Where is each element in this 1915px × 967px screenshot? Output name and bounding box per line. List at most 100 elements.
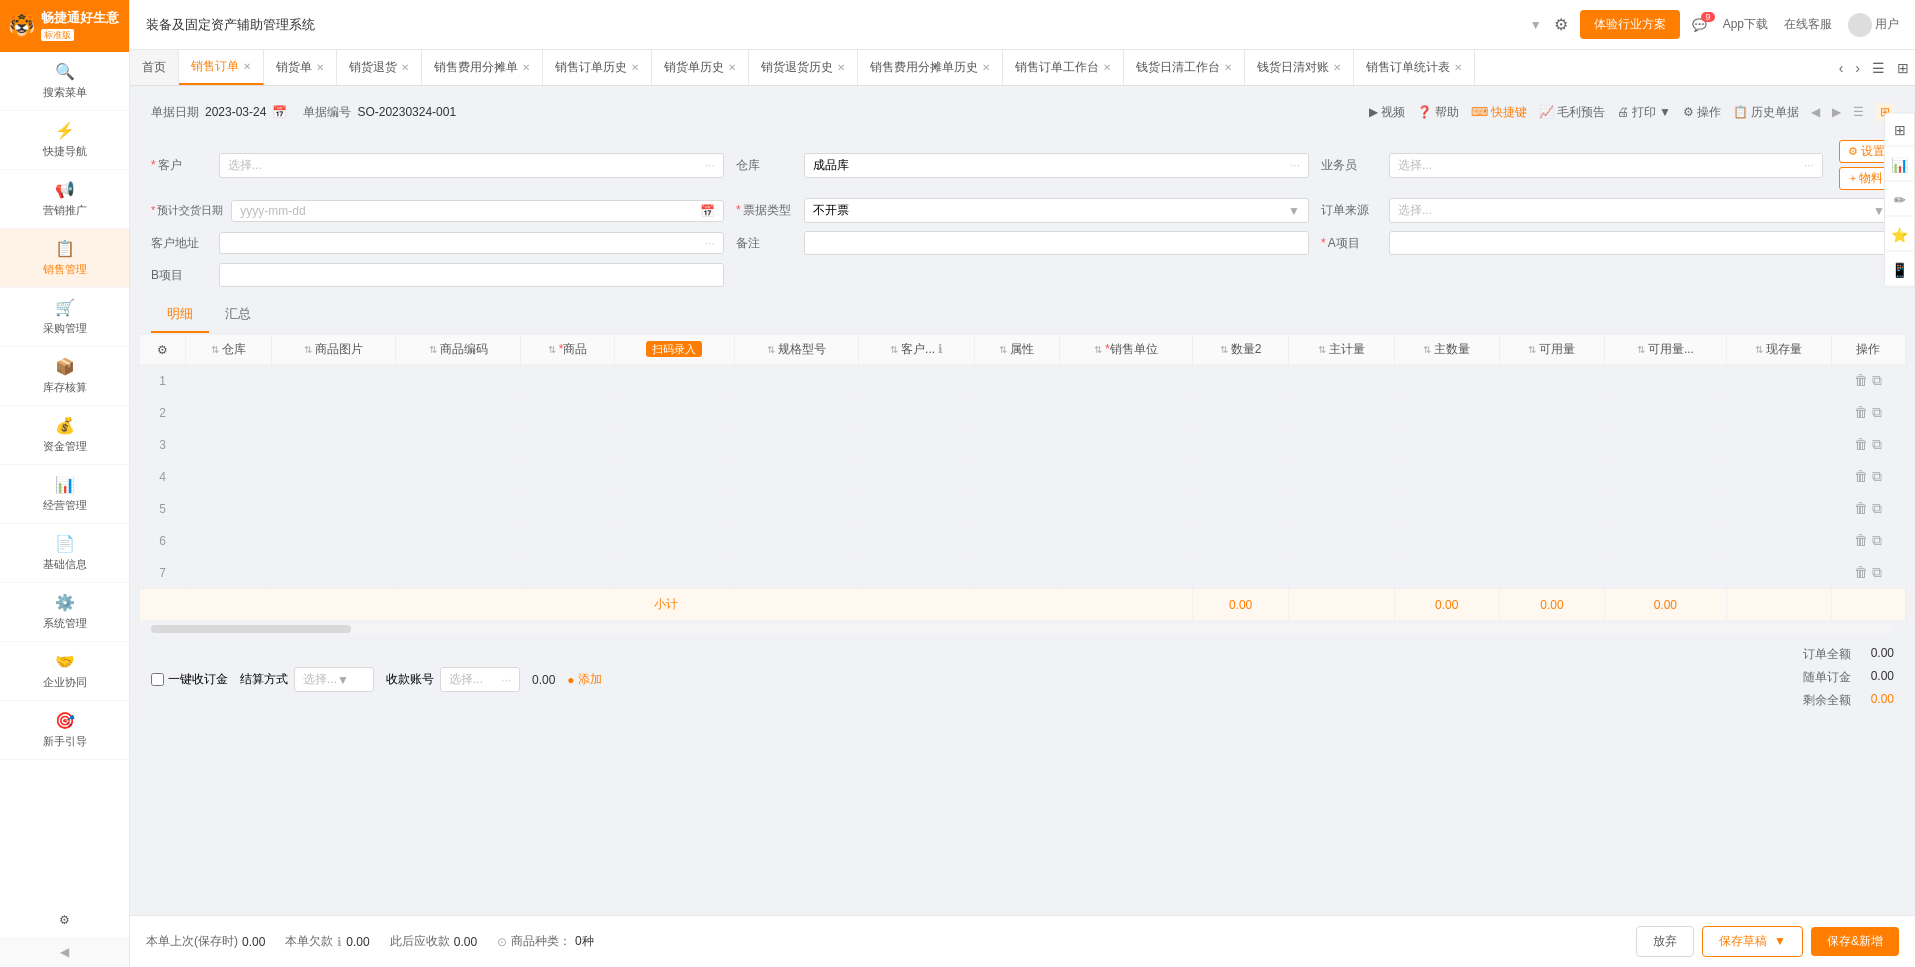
sidebar-item-basic-info[interactable]: 📄 基础信息 [0,524,129,583]
row-available[interactable] [1499,397,1604,429]
row-available2[interactable] [1605,557,1727,589]
right-panel-btn2[interactable]: 📊 [1885,149,1914,182]
row-customer-field[interactable] [859,493,974,525]
user-btn[interactable]: 用户 [1848,13,1899,37]
tab-close-icon[interactable]: ✕ [401,62,409,73]
copy-icon[interactable]: ⧉ [1872,404,1882,421]
calendar-icon[interactable]: 📅 [272,105,287,119]
row-product[interactable] [521,429,614,461]
row-main-unit[interactable] [1289,429,1394,461]
row-main-unit[interactable] [1289,557,1394,589]
sidebar-item-marketing[interactable]: 📢 营销推广 [0,170,129,229]
save-new-btn[interactable]: 保存&新增 [1811,927,1899,956]
draft-dropdown-icon[interactable]: ▼ [1774,934,1786,948]
tab-next-btn[interactable]: › [1849,60,1866,76]
tab-prev-btn[interactable]: ‹ [1833,60,1850,76]
copy-icon[interactable]: ⧉ [1872,532,1882,549]
tab-close-icon[interactable]: ✕ [1103,62,1111,73]
row-qty2[interactable] [1192,397,1289,429]
right-panel-btn4[interactable]: ⭐ [1885,219,1914,252]
sidebar-item-quicknav[interactable]: ⚡ 快捷导航 [0,111,129,170]
order-source-input[interactable]: 选择... ▼ [1389,198,1894,223]
row-customer-field[interactable] [859,557,974,589]
row-warehouse[interactable] [185,525,271,557]
sidebar-item-search[interactable]: 🔍 搜索菜单 [0,52,129,111]
receipt-account-select[interactable]: 选择... ··· [440,667,520,692]
industry-btn[interactable]: 体验行业方案 [1580,10,1680,39]
nav-next-icon[interactable]: ▶ [1832,105,1841,119]
row-customer-field[interactable] [859,461,974,493]
salesperson-dots-icon[interactable]: ··· [1804,158,1814,172]
row-available2[interactable] [1605,397,1727,429]
tab-close-icon[interactable]: ✕ [728,62,736,73]
row-spec[interactable] [734,397,859,429]
tab-close-icon[interactable]: ✕ [982,62,990,73]
payment-method-select[interactable]: 选择... ▼ [294,667,374,692]
row-warehouse[interactable] [185,493,271,525]
copy-icon[interactable]: ⧉ [1872,500,1882,517]
row-available[interactable] [1499,365,1604,397]
table-settings-icon[interactable]: ⚙ [157,343,168,357]
row-customer-field[interactable] [859,429,974,461]
row-qty2[interactable] [1192,461,1289,493]
row-qty2[interactable] [1192,557,1289,589]
shortcut-btn[interactable]: ⌨ 快捷键 [1471,104,1527,121]
row-attributes[interactable] [974,525,1060,557]
sidebar-settings[interactable]: ⚙ [0,903,129,937]
row-attributes[interactable] [974,397,1060,429]
tab-sales-order[interactable]: 销售订单 ✕ [179,50,264,85]
row-attributes[interactable] [974,461,1060,493]
row-available2[interactable] [1605,365,1727,397]
row-product-code[interactable] [396,365,521,397]
row-attributes[interactable] [974,493,1060,525]
row-main-qty[interactable] [1394,557,1499,589]
calendar2-icon[interactable]: 📅 [700,204,715,218]
row-product-code[interactable] [396,397,521,429]
delete-icon[interactable]: 🗑 [1854,404,1868,421]
row-product-code[interactable] [396,493,521,525]
view-btn[interactable]: ▶ 视频 [1369,104,1405,121]
row-main-unit[interactable] [1289,365,1394,397]
row-available[interactable] [1499,557,1604,589]
row-main-qty[interactable] [1394,493,1499,525]
scrollbar-thumb[interactable] [151,625,351,633]
remark-input[interactable] [804,231,1309,255]
warehouse-input[interactable]: 成品库 ··· [804,153,1309,178]
row-warehouse[interactable] [185,557,271,589]
tab-expense-history[interactable]: 销售费用分摊单历史 ✕ [858,50,1003,85]
row-warehouse[interactable] [185,365,271,397]
right-panel-btn5[interactable]: 📱 [1885,254,1914,287]
row-product-code[interactable] [396,557,521,589]
row-main-qty[interactable] [1394,461,1499,493]
row-attributes[interactable] [974,365,1060,397]
delivery-date-input[interactable]: yyyy-mm-dd 📅 [231,200,724,222]
row-product[interactable] [521,493,614,525]
history-btn[interactable]: 📋 历史单据 [1733,104,1799,121]
row-spec[interactable] [734,365,859,397]
delete-icon[interactable]: 🗑 [1854,564,1868,581]
row-main-unit[interactable] [1289,397,1394,429]
col-scan[interactable]: 扫码录入 [614,335,734,365]
row-main-unit[interactable] [1289,461,1394,493]
tab-add-btn[interactable]: ⊞ [1891,60,1915,76]
delete-icon[interactable]: 🗑 [1854,500,1868,517]
app-download-btn[interactable]: App下载 [1723,16,1768,33]
customer-input[interactable]: 选择... ··· [219,153,724,178]
add-btn[interactable]: ● 添加 [567,671,601,688]
copy-icon[interactable]: ⧉ [1872,468,1882,485]
row-product-code[interactable] [396,525,521,557]
delete-icon[interactable]: 🗑 [1854,468,1868,485]
row-available2[interactable] [1605,525,1727,557]
row-available[interactable] [1499,493,1604,525]
row-available2[interactable] [1605,461,1727,493]
row-customer-field[interactable] [859,365,974,397]
row-available2[interactable] [1605,493,1727,525]
receipt-dots-icon[interactable]: ··· [501,673,511,687]
help-btn[interactable]: ❓ 帮助 [1417,104,1459,121]
row-attributes[interactable] [974,557,1060,589]
row-sales-unit[interactable] [1060,525,1193,557]
row-main-qty[interactable] [1394,429,1499,461]
sidebar-item-newbie[interactable]: 🎯 新手引导 [0,701,129,760]
delete-icon[interactable]: 🗑 [1854,436,1868,453]
discard-btn[interactable]: 放弃 [1636,926,1694,957]
